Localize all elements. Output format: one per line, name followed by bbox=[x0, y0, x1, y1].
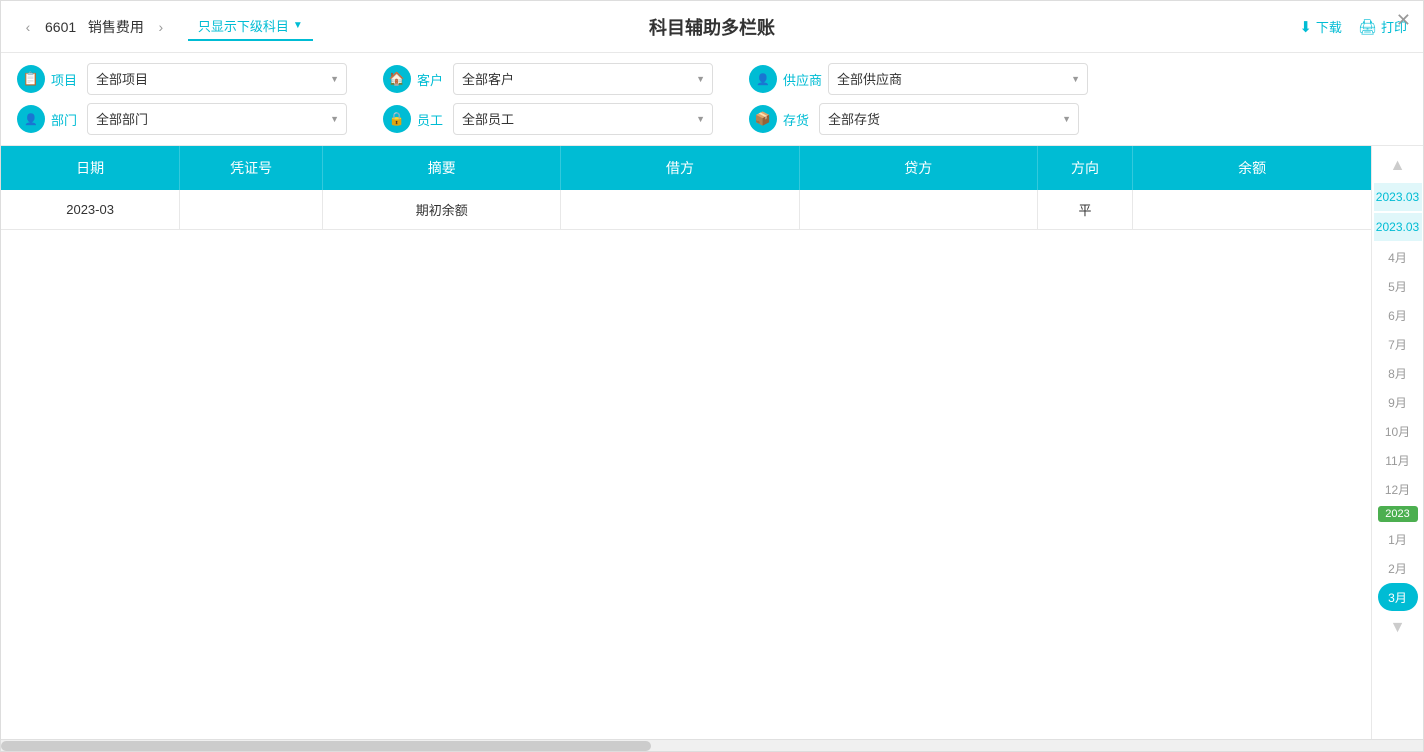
cell-direction: 平 bbox=[1037, 190, 1132, 230]
filter-project: 📋 项目 全部项目 bbox=[17, 63, 347, 95]
horizontal-scrollbar[interactable] bbox=[1, 739, 1423, 751]
sidebar-month-item[interactable]: 6月 bbox=[1378, 301, 1418, 329]
filter-customer: 🏠 客户 全部客户 bbox=[383, 63, 713, 95]
show-sub-label: 只显示下级科目 bbox=[198, 16, 289, 35]
inventory-select-wrapper: 全部存货 bbox=[819, 103, 1079, 135]
cell-date: 2023-03 bbox=[1, 190, 180, 230]
sidebar-month-item[interactable]: 11月 bbox=[1378, 446, 1418, 474]
sidebar-month-item[interactable]: 2月 bbox=[1378, 554, 1418, 582]
inventory-select[interactable]: 全部存货 bbox=[819, 103, 1079, 135]
col-credit: 贷方 bbox=[799, 146, 1037, 190]
project-icon: 📋 bbox=[17, 65, 45, 93]
inventory-icon: 📦 bbox=[749, 105, 777, 133]
range-end-label: 2023.03 bbox=[1376, 220, 1419, 234]
sidebar-month-item[interactable]: 1月 bbox=[1378, 525, 1418, 553]
year-badge: 2023 bbox=[1378, 506, 1418, 522]
cell-voucher bbox=[180, 190, 323, 230]
account-code: 6601 bbox=[45, 19, 76, 35]
filter-supplier: 👤 供应商 全部供应商 bbox=[749, 63, 1088, 95]
employee-icon: 🔒 bbox=[383, 105, 411, 133]
filter-area: 📋 项目 全部项目 🏠 客户 全部客户 bbox=[1, 53, 1423, 146]
filter-inventory: 📦 存货 全部存货 bbox=[749, 103, 1079, 135]
account-code-label: 6601 销售费用 bbox=[45, 17, 144, 37]
customer-select[interactable]: 全部客户 bbox=[453, 63, 713, 95]
sidebar-month-item[interactable]: 8月 bbox=[1378, 359, 1418, 387]
scroll-thumb[interactable] bbox=[1, 741, 651, 751]
col-date: 日期 bbox=[1, 146, 180, 190]
sidebar-up-arrow[interactable]: ▲ bbox=[1384, 152, 1412, 180]
customer-select-wrapper: 全部客户 bbox=[453, 63, 713, 95]
download-button[interactable]: ⬇ 下载 bbox=[1299, 17, 1342, 36]
main-window: ‹ 6601 销售费用 › 只显示下级科目 ▼ 科目辅助多栏账 ⬇ 下载 🖨 打… bbox=[0, 0, 1424, 752]
close-button[interactable]: ✕ bbox=[1396, 11, 1411, 29]
col-balance: 余额 bbox=[1133, 146, 1371, 190]
filter-row-1: 📋 项目 全部项目 🏠 客户 全部客户 bbox=[17, 63, 1407, 95]
sidebar-month-item[interactable]: 12月 bbox=[1378, 475, 1418, 503]
print-icon: 🖨 bbox=[1358, 18, 1377, 36]
cell-credit bbox=[799, 190, 1037, 230]
table-body: 2023-03 期初余额 平 bbox=[1, 190, 1371, 230]
department-icon: 👤 bbox=[17, 105, 45, 133]
sidebar-month-item[interactable]: 4月 bbox=[1378, 243, 1418, 271]
range-start-label: 2023.03 bbox=[1376, 190, 1419, 204]
sidebar-month-item[interactable]: 5月 bbox=[1378, 272, 1418, 300]
project-select-wrapper: 全部项目 bbox=[87, 63, 347, 95]
prev-account-button[interactable]: ‹ bbox=[17, 16, 39, 38]
project-label: 项目 bbox=[51, 70, 81, 89]
sidebar-month-item[interactable]: 9月 bbox=[1378, 388, 1418, 416]
show-sub-button[interactable]: 只显示下级科目 ▼ bbox=[188, 12, 313, 41]
col-summary: 摘要 bbox=[323, 146, 561, 190]
col-direction: 方向 bbox=[1037, 146, 1132, 190]
show-sub-arrow-icon: ▼ bbox=[293, 20, 303, 31]
supplier-select-wrapper: 全部供应商 bbox=[828, 63, 1088, 95]
department-select-wrapper: 全部部门 bbox=[87, 103, 347, 135]
cell-balance bbox=[1133, 190, 1371, 230]
col-debit: 借方 bbox=[561, 146, 799, 190]
account-name: 销售费用 bbox=[88, 19, 144, 35]
cell-debit bbox=[561, 190, 799, 230]
top-actions: ⬇ 下载 🖨 打印 bbox=[1299, 17, 1407, 36]
sidebar-range-end[interactable]: 2023.03 bbox=[1374, 213, 1422, 241]
main-content: 日期 凭证号 摘要 借方 贷方 方向 余额 2023-03 期初余额 平 ▲ 202… bbox=[1, 146, 1423, 739]
nav-area: ‹ 6601 销售费用 › 只显示下级科目 ▼ bbox=[17, 12, 313, 41]
sidebar-month-item[interactable]: 10月 bbox=[1378, 417, 1418, 445]
right-sidebar: ▲ 2023.03 2023.03 4月5月6月7月8月9月10月11月12月 … bbox=[1371, 146, 1423, 739]
download-icon: ⬇ bbox=[1299, 18, 1312, 36]
supplier-label: 供应商 bbox=[783, 70, 822, 89]
top-bar: ‹ 6601 销售费用 › 只显示下级科目 ▼ 科目辅助多栏账 ⬇ 下载 🖨 打… bbox=[1, 1, 1423, 53]
customer-icon: 🏠 bbox=[383, 65, 411, 93]
ledger-table: 日期 凭证号 摘要 借方 贷方 方向 余额 2023-03 期初余额 平 bbox=[1, 146, 1371, 230]
sidebar-month-item[interactable]: 3月 bbox=[1378, 583, 1418, 611]
table-area[interactable]: 日期 凭证号 摘要 借方 贷方 方向 余额 2023-03 期初余额 平 bbox=[1, 146, 1371, 739]
page-title: 科目辅助多栏账 bbox=[649, 14, 775, 40]
department-label: 部门 bbox=[51, 110, 81, 129]
col-voucher: 凭证号 bbox=[180, 146, 323, 190]
employee-select[interactable]: 全部员工 bbox=[453, 103, 713, 135]
supplier-select[interactable]: 全部供应商 bbox=[828, 63, 1088, 95]
table-header-row: 日期 凭证号 摘要 借方 贷方 方向 余额 bbox=[1, 146, 1371, 190]
filter-employee: 🔒 员工 全部员工 bbox=[383, 103, 713, 135]
supplier-icon: 👤 bbox=[749, 65, 777, 93]
inventory-label: 存货 bbox=[783, 110, 813, 129]
next-account-button[interactable]: › bbox=[150, 16, 172, 38]
sidebar-months2: 1月2月3月 bbox=[1378, 524, 1418, 612]
table-row: 2023-03 期初余额 平 bbox=[1, 190, 1371, 230]
sidebar-months: 4月5月6月7月8月9月10月11月12月 bbox=[1378, 242, 1418, 504]
cell-summary: 期初余额 bbox=[323, 190, 561, 230]
sidebar-month-item[interactable]: 7月 bbox=[1378, 330, 1418, 358]
scroll-track bbox=[1, 740, 1423, 751]
filter-row-2: 👤 部门 全部部门 🔒 员工 全部员工 bbox=[17, 103, 1407, 135]
sidebar-range-start[interactable]: 2023.03 bbox=[1374, 183, 1422, 211]
employee-select-wrapper: 全部员工 bbox=[453, 103, 713, 135]
project-select[interactable]: 全部项目 bbox=[87, 63, 347, 95]
employee-label: 员工 bbox=[417, 110, 447, 129]
department-select[interactable]: 全部部门 bbox=[87, 103, 347, 135]
sidebar-down-arrow[interactable]: ▼ bbox=[1384, 614, 1412, 642]
filter-department: 👤 部门 全部部门 bbox=[17, 103, 347, 135]
customer-label: 客户 bbox=[417, 70, 447, 89]
download-label: 下载 bbox=[1316, 17, 1342, 36]
